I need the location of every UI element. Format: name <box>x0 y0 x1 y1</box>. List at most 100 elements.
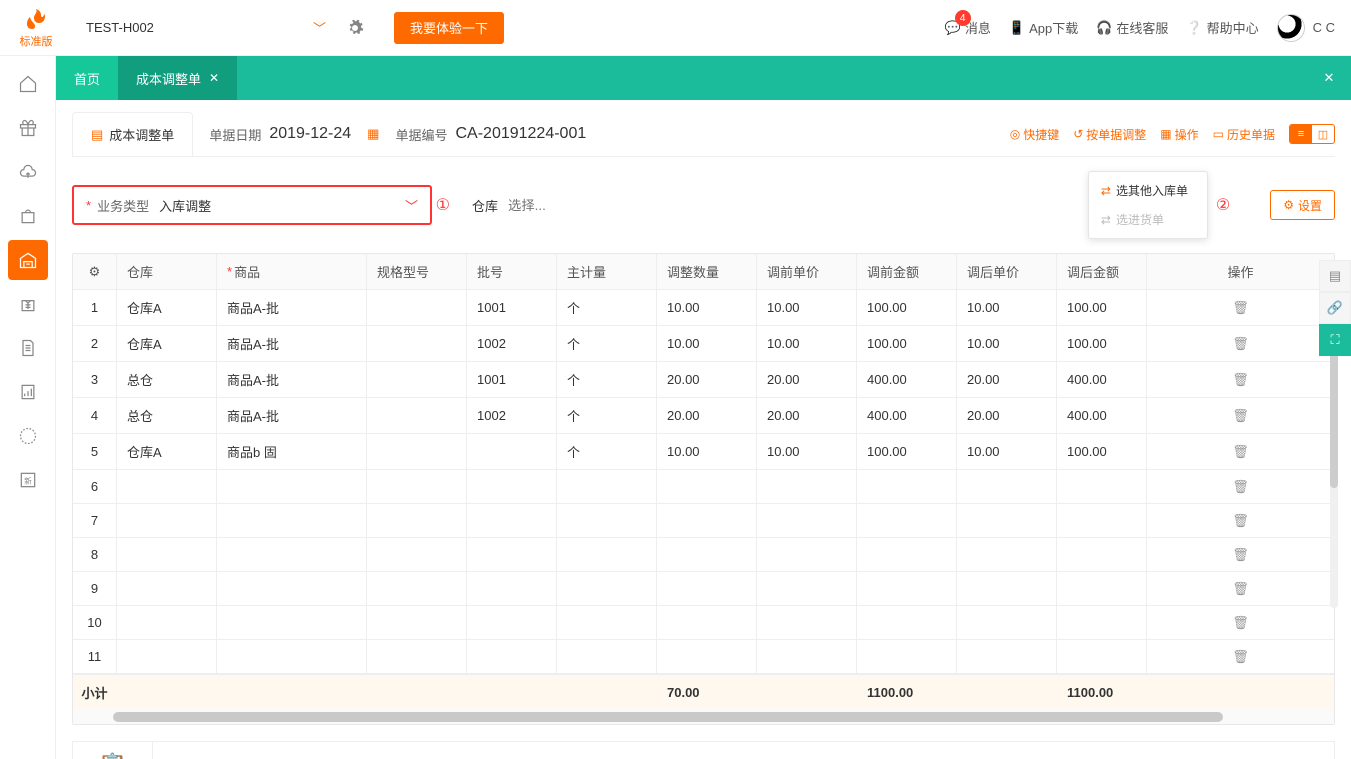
cell-preamt[interactable] <box>857 470 957 503</box>
cell-product[interactable] <box>217 538 367 571</box>
cell-spec[interactable] <box>367 470 467 503</box>
cell-qty[interactable]: 10.00 <box>657 326 757 361</box>
nav-money-icon[interactable] <box>8 284 48 324</box>
business-type-select[interactable]: * 业务类型 入库调整 ﹀ ① <box>72 185 432 225</box>
table-row[interactable]: 9🗑 <box>73 572 1334 606</box>
cell-batch[interactable] <box>467 504 557 537</box>
close-all-tabs-icon[interactable]: ✕ <box>1307 56 1351 100</box>
cell-postamt[interactable] <box>1057 538 1147 571</box>
cell-product[interactable]: 商品A-批 <box>217 326 367 361</box>
cell-preamt[interactable] <box>857 504 957 537</box>
cell-batch[interactable] <box>467 538 557 571</box>
horizontal-scrollbar[interactable] <box>73 710 1334 724</box>
cell-postamt[interactable]: 400.00 <box>1057 362 1147 397</box>
help-center-link[interactable]: ❔ 帮助中心 <box>1186 18 1258 37</box>
online-service-link[interactable]: 🎧 在线客服 <box>1096 18 1168 37</box>
col-settings-icon[interactable]: ⚙ <box>73 254 117 289</box>
cell-unit[interactable]: 个 <box>557 290 657 325</box>
cell-preprice[interactable] <box>757 640 857 673</box>
trash-icon[interactable]: 🗑 <box>1232 444 1249 460</box>
try-button[interactable]: 我要体验一下 <box>394 12 504 44</box>
float-note-icon[interactable]: ▤ <box>1319 260 1351 292</box>
cell-postamt[interactable]: 100.00 <box>1057 290 1147 325</box>
nav-doc-icon[interactable] <box>8 328 48 368</box>
cell-postamt[interactable] <box>1057 572 1147 605</box>
warehouse-input[interactable] <box>508 198 708 213</box>
cell-warehouse[interactable] <box>117 504 217 537</box>
table-row[interactable]: 10🗑 <box>73 606 1334 640</box>
remarks-input[interactable] <box>153 742 1334 759</box>
nav-dots-icon[interactable] <box>8 416 48 456</box>
cell-preprice[interactable]: 10.00 <box>757 326 857 361</box>
cell-unit[interactable]: 个 <box>557 434 657 469</box>
cell-preamt[interactable]: 100.00 <box>857 290 957 325</box>
nav-cloud-icon[interactable] <box>8 152 48 192</box>
cell-postamt[interactable] <box>1057 504 1147 537</box>
cell-preprice[interactable]: 10.00 <box>757 434 857 469</box>
cell-postamt[interactable]: 400.00 <box>1057 398 1147 433</box>
cell-postprice[interactable]: 20.00 <box>957 398 1057 433</box>
view-card-icon[interactable]: ◫ <box>1312 125 1334 143</box>
cell-preprice[interactable] <box>757 538 857 571</box>
cell-postprice[interactable]: 10.00 <box>957 434 1057 469</box>
cell-postprice[interactable] <box>957 470 1057 503</box>
history-link[interactable]: ▭历史单据 <box>1213 126 1275 143</box>
cell-preamt[interactable]: 400.00 <box>857 362 957 397</box>
cell-batch[interactable]: 1001 <box>467 290 557 325</box>
nav-gift-icon[interactable] <box>8 108 48 148</box>
trash-icon[interactable]: 🗑 <box>1232 336 1249 352</box>
trash-icon[interactable]: 🗑 <box>1232 479 1249 495</box>
cell-unit[interactable] <box>557 572 657 605</box>
cell-qty[interactable] <box>657 538 757 571</box>
table-row[interactable]: 4总仓商品A-批1002个20.0020.00400.0020.00400.00… <box>73 398 1334 434</box>
cell-preprice[interactable]: 10.00 <box>757 290 857 325</box>
cell-preprice[interactable] <box>757 572 857 605</box>
cell-product[interactable] <box>217 470 367 503</box>
cell-spec[interactable] <box>367 538 467 571</box>
trash-icon[interactable]: 🗑 <box>1232 300 1249 316</box>
shortcut-link[interactable]: ◎快捷键 <box>1010 126 1060 143</box>
cell-qty[interactable]: 20.00 <box>657 362 757 397</box>
table-row[interactable]: 1仓库A商品A-批1001个10.0010.00100.0010.00100.0… <box>73 290 1334 326</box>
cell-qty[interactable] <box>657 470 757 503</box>
float-expand-icon[interactable]: ⛶ <box>1319 324 1351 356</box>
warehouse-select[interactable]: 仓库 <box>472 196 708 215</box>
trash-icon[interactable]: 🗑 <box>1232 649 1249 665</box>
cell-product[interactable]: 商品A-批 <box>217 398 367 433</box>
cell-postamt[interactable] <box>1057 640 1147 673</box>
cell-batch[interactable] <box>467 434 557 469</box>
cell-postamt[interactable] <box>1057 470 1147 503</box>
cell-spec[interactable] <box>367 398 467 433</box>
app-download-link[interactable]: 📱 App下载 <box>1009 18 1078 37</box>
bill-date-value[interactable]: 2019-12-24 <box>269 125 351 143</box>
cell-batch[interactable] <box>467 572 557 605</box>
cell-unit[interactable] <box>557 606 657 639</box>
cell-spec[interactable] <box>367 434 467 469</box>
cell-postprice[interactable] <box>957 504 1057 537</box>
cell-spec[interactable] <box>367 362 467 397</box>
cell-postamt[interactable] <box>1057 606 1147 639</box>
nav-report-icon[interactable] <box>8 372 48 412</box>
cell-preamt[interactable]: 400.00 <box>857 398 957 433</box>
cell-preprice[interactable]: 20.00 <box>757 398 857 433</box>
tab-cost-adjust[interactable]: 成本调整单 ✕ <box>118 56 237 100</box>
cell-spec[interactable] <box>367 606 467 639</box>
cell-unit[interactable] <box>557 538 657 571</box>
cell-spec[interactable] <box>367 572 467 605</box>
table-row[interactable]: 8🗑 <box>73 538 1334 572</box>
cell-product[interactable]: 商品b 固 <box>217 434 367 469</box>
cell-qty[interactable]: 10.00 <box>657 290 757 325</box>
messages-link[interactable]: 💬 消息 4 <box>945 18 991 37</box>
cell-batch[interactable] <box>467 470 557 503</box>
table-row[interactable]: 5仓库A商品b 固个10.0010.00100.0010.00100.00🗑 <box>73 434 1334 470</box>
cell-unit[interactable] <box>557 470 657 503</box>
cell-postprice[interactable] <box>957 538 1057 571</box>
cell-unit[interactable]: 个 <box>557 362 657 397</box>
cell-postamt[interactable]: 100.00 <box>1057 434 1147 469</box>
trash-icon[interactable]: 🗑 <box>1232 513 1249 529</box>
trash-icon[interactable]: 🗑 <box>1232 615 1249 631</box>
cell-postprice[interactable]: 20.00 <box>957 362 1057 397</box>
trash-icon[interactable]: 🗑 <box>1232 581 1249 597</box>
trash-icon[interactable]: 🗑 <box>1232 408 1249 424</box>
cell-batch[interactable]: 1002 <box>467 326 557 361</box>
